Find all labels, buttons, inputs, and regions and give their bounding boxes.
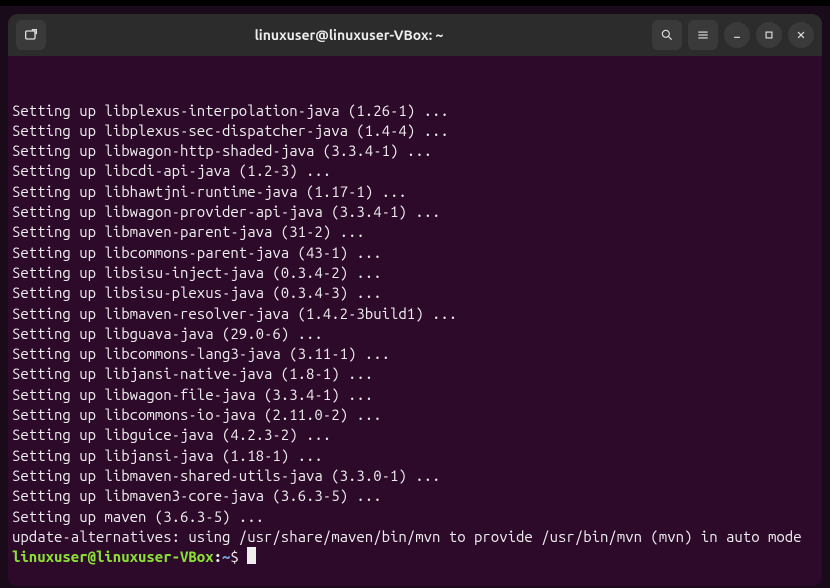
terminal-line: Setting up libmaven-shared-utils-java (3… [12, 466, 818, 486]
terminal-line: Setting up libjansi-java (1.18-1) ... [12, 446, 818, 466]
close-button[interactable] [788, 22, 814, 48]
gnome-top-bar: May 7 06:39 [0, 0, 830, 6]
terminal-line: Setting up libmaven3-core-java (3.6.3-5)… [12, 486, 818, 506]
terminal-line: Setting up libcdi-api-java (1.2-3) ... [12, 161, 818, 181]
menu-button[interactable] [688, 20, 718, 50]
terminal-line: Setting up libmaven-parent-java (31-2) .… [12, 222, 818, 242]
terminal-line: Setting up libcommons-lang3-java (3.11-1… [12, 344, 818, 364]
window-titlebar: linuxuser@linuxuser-VBox: ~ [8, 14, 822, 56]
terminal-line: Setting up libhawtjni-runtime-java (1.17… [12, 182, 818, 202]
new-tab-button[interactable] [16, 20, 46, 50]
maximize-button[interactable] [756, 22, 782, 48]
search-button[interactable] [652, 20, 682, 50]
terminal-line: Setting up libwagon-http-shaded-java (3.… [12, 141, 818, 161]
window-title: linuxuser@linuxuser-VBox: ~ [46, 27, 652, 43]
terminal-line: Setting up libguava-java (29.0-6) ... [12, 324, 818, 344]
terminal-line: Setting up libguice-java (4.2.3-2) ... [12, 425, 818, 445]
terminal-line: Setting up libsisu-inject-java (0.3.4-2)… [12, 263, 818, 283]
terminal-line: Setting up libsisu-plexus-java (0.3.4-3)… [12, 283, 818, 303]
prompt-colon: : [214, 548, 222, 565]
prompt-user-host: linuxuser@linuxuser-VBox [12, 548, 214, 565]
terminal-line: Setting up libjansi-native-java (1.8-1) … [12, 364, 818, 384]
minimize-button[interactable] [724, 22, 750, 48]
terminal-line: Setting up libcommons-parent-java (43-1)… [12, 243, 818, 263]
terminal-line: Setting up libmaven-resolver-java (1.4.2… [12, 304, 818, 324]
terminal-line: Setting up libcommons-io-java (2.11.0-2)… [12, 405, 818, 425]
terminal-line: update-alternatives: using /usr/share/ma… [12, 527, 818, 547]
terminal-line: Setting up libplexus-interpolation-java … [12, 101, 818, 121]
terminal-line: Setting up libwagon-provider-api-java (3… [12, 202, 818, 222]
terminal-line: Setting up libplexus-sec-dispatcher-java… [12, 121, 818, 141]
terminal-line: Setting up libwagon-file-java (3.3.4-1) … [12, 385, 818, 405]
terminal-output[interactable]: Setting up libplexus-interpolation-java … [8, 56, 822, 586]
prompt-dollar: $ [230, 548, 247, 565]
terminal-cursor [247, 547, 256, 564]
terminal-line: Setting up maven (3.6.3-5) ... [12, 507, 818, 527]
